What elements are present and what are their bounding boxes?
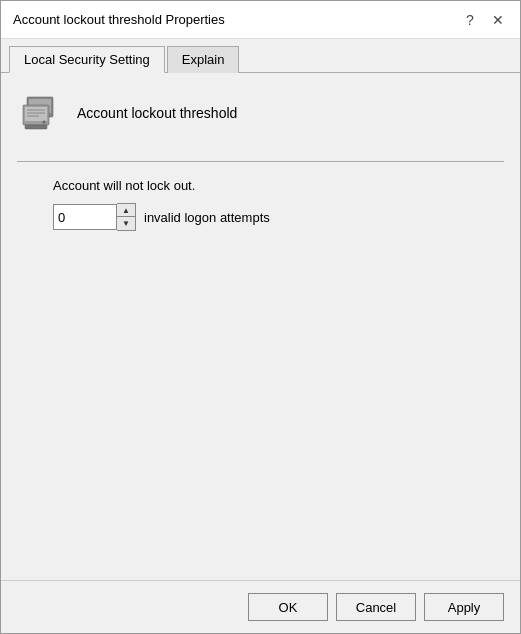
title-bar: Account lockout threshold Properties ? ✕ bbox=[1, 1, 520, 39]
spinner-up-button[interactable]: ▲ bbox=[117, 204, 135, 217]
close-button[interactable]: ✕ bbox=[488, 10, 508, 30]
server-icon bbox=[19, 91, 63, 135]
main-content: Account lockout threshold Account will n… bbox=[1, 73, 520, 580]
tab-local-security-setting[interactable]: Local Security Setting bbox=[9, 46, 165, 73]
tab-explain[interactable]: Explain bbox=[167, 46, 240, 73]
help-button[interactable]: ? bbox=[460, 10, 480, 30]
svg-rect-7 bbox=[25, 125, 47, 129]
spinner-container: ▲ ▼ bbox=[53, 203, 136, 231]
ok-button[interactable]: OK bbox=[248, 593, 328, 621]
svg-point-8 bbox=[43, 121, 46, 124]
description-text: Account will not lock out. bbox=[53, 178, 504, 193]
dialog-window: Account lockout threshold Properties ? ✕… bbox=[0, 0, 521, 634]
section-header: Account lockout threshold bbox=[17, 89, 504, 137]
spinner-row: ▲ ▼ invalid logon attempts bbox=[53, 203, 504, 231]
button-bar: OK Cancel Apply bbox=[1, 580, 520, 633]
spinner-label: invalid logon attempts bbox=[144, 210, 270, 225]
section-divider bbox=[17, 161, 504, 162]
apply-button[interactable]: Apply bbox=[424, 593, 504, 621]
cancel-button[interactable]: Cancel bbox=[336, 593, 416, 621]
dialog-title: Account lockout threshold Properties bbox=[13, 12, 225, 27]
content-spacer bbox=[17, 231, 504, 564]
tab-bar: Local Security Setting Explain bbox=[1, 39, 520, 73]
spinner-buttons: ▲ ▼ bbox=[117, 203, 136, 231]
spinner-down-button[interactable]: ▼ bbox=[117, 217, 135, 230]
svg-rect-3 bbox=[25, 107, 47, 121]
title-bar-controls: ? ✕ bbox=[460, 10, 508, 30]
section-title: Account lockout threshold bbox=[77, 105, 237, 121]
lockout-threshold-input[interactable] bbox=[53, 204, 117, 230]
section-icon-container bbox=[17, 89, 65, 137]
